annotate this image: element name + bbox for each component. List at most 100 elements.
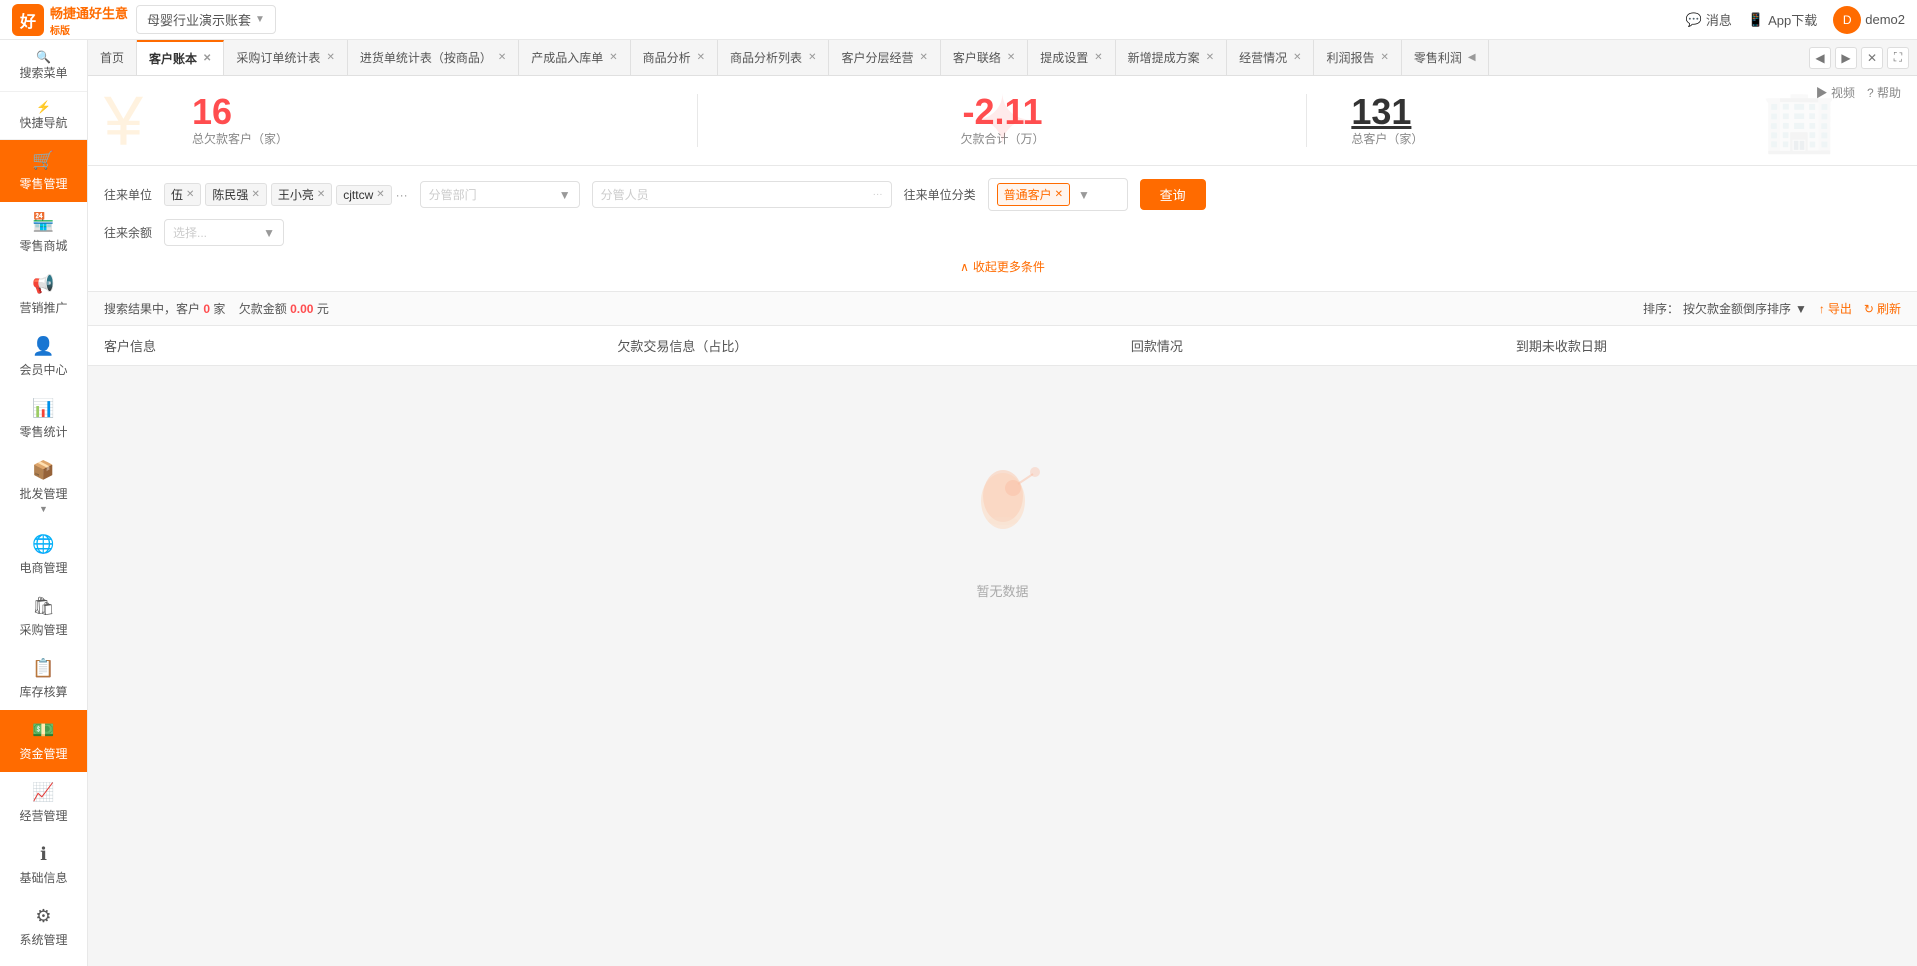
sidebar-item-system[interactable]: ⚙ 系统管理 bbox=[0, 896, 87, 958]
tab-fullscreen[interactable]: ⛶ bbox=[1887, 47, 1909, 69]
org-name: 母婴行业演示账套 bbox=[147, 10, 251, 29]
sidebar-item-marketing[interactable]: 📢 营销推广 bbox=[0, 264, 87, 326]
tab-retail-profit-close[interactable]: ◀ bbox=[1468, 52, 1476, 63]
tab-profit-report[interactable]: 利润报告 ✕ bbox=[1314, 40, 1401, 76]
tab-profit-report-close[interactable]: ✕ bbox=[1381, 52, 1389, 63]
export-button[interactable]: ↑ 导出 bbox=[1819, 300, 1852, 317]
tab-retail-profit[interactable]: 零售利润 ◀ bbox=[1402, 40, 1489, 76]
operations-icon: 📈 bbox=[32, 782, 54, 803]
tab-close-all[interactable]: ✕ bbox=[1861, 47, 1883, 69]
sidebar-item-basic-info[interactable]: ℹ 基础信息 bbox=[0, 834, 87, 896]
tab-nav-next[interactable]: ▶ bbox=[1835, 47, 1857, 69]
user-name: demo2 bbox=[1865, 12, 1905, 27]
sidebar-item-quicknav[interactable]: ⚡ 快捷导航 bbox=[0, 92, 87, 140]
message-label: 消息 bbox=[1706, 10, 1732, 29]
page-content: ▶ 视频 ? 帮助 ¥ 16 总欠款客户（家） ✦ -2.11 欠款合计（万） bbox=[88, 76, 1917, 966]
tab-bar: 首页 客户账本 ✕ 采购订单统计表 ✕ 进货单统计表（按商品） ✕ 产成品入库单… bbox=[88, 40, 1917, 76]
unit-tag-0-remove[interactable]: ✕ bbox=[186, 189, 194, 200]
tab-profit-report-label: 利润报告 bbox=[1326, 49, 1374, 66]
top-bar-right: 💬 消息 📱 App下载 D demo2 bbox=[1686, 6, 1905, 34]
app-download-btn[interactable]: 📱 App下载 bbox=[1748, 10, 1817, 29]
tab-home[interactable]: 首页 bbox=[88, 40, 137, 76]
tab-customer-segment-close[interactable]: ✕ bbox=[919, 52, 927, 63]
tab-cost-in[interactable]: 产成品入库单 ✕ bbox=[519, 40, 630, 76]
dept-arrow-icon: ▼ bbox=[559, 188, 571, 202]
sidebar-item-enterprise[interactable]: 🤝 企业协同 bbox=[0, 958, 87, 966]
unit-class-selected-tag: 普通客户 ✕ bbox=[997, 183, 1070, 206]
collapse-up-icon: ∧ bbox=[960, 260, 969, 274]
sort-selector[interactable]: 排序： 按欠款金额倒序排序 ▼ bbox=[1643, 300, 1807, 317]
empty-icon bbox=[953, 446, 1053, 565]
sidebar-system-label: 系统管理 bbox=[19, 931, 67, 948]
sidebar-operations-label: 经营管理 bbox=[19, 807, 67, 824]
tab-goods-analysis[interactable]: 商品分析 ✕ bbox=[631, 40, 718, 76]
tab-nav-prev[interactable]: ◀ bbox=[1809, 47, 1831, 69]
sidebar-retail-mgmt-label: 零售管理 bbox=[19, 175, 67, 192]
tab-operation-status-close[interactable]: ✕ bbox=[1293, 52, 1301, 63]
org-selector[interactable]: 母婴行业演示账套 ▼ bbox=[136, 5, 276, 34]
sidebar-retail-mall-label: 零售商城 bbox=[19, 237, 67, 254]
unit-tag-1-remove[interactable]: ✕ bbox=[251, 189, 259, 200]
tab-goods-analysis-list[interactable]: 商品分析列表 ✕ bbox=[718, 40, 829, 76]
tab-push-settings-close[interactable]: ✕ bbox=[1094, 52, 1102, 63]
person-input[interactable]: 分管人员 ··· bbox=[592, 181, 892, 208]
tab-goods-analysis-list-close[interactable]: ✕ bbox=[808, 52, 816, 63]
unit-tags-more[interactable]: ··· bbox=[396, 188, 408, 202]
result-info: 搜索结果中，客户 0 家 欠款金额 0.00 元 bbox=[104, 300, 329, 317]
sidebar-item-retail-mgmt[interactable]: 🛒 零售管理 bbox=[0, 140, 87, 202]
sidebar-item-member-center[interactable]: 👤 会员中心 bbox=[0, 326, 87, 388]
th-due-date: 到期未收款日期 bbox=[1516, 336, 1901, 355]
marketing-icon: 📢 bbox=[32, 274, 54, 295]
system-icon: ⚙ bbox=[35, 906, 51, 927]
tab-goods-analysis-list-label: 商品分析列表 bbox=[730, 49, 802, 66]
collapse-button[interactable]: ∧ 收起更多条件 bbox=[104, 254, 1901, 279]
inventory-icon: 📋 bbox=[32, 658, 54, 679]
balance-arrow-icon: ▼ bbox=[263, 226, 275, 240]
table-header: 客户信息 欠款交易信息（占比） 回款情况 到期未收款日期 bbox=[88, 326, 1917, 366]
message-btn[interactable]: 💬 消息 bbox=[1686, 10, 1732, 29]
tab-customer-segment-label: 客户分层经营 bbox=[841, 49, 913, 66]
sidebar-item-purchase[interactable]: 🛍 采购管理 bbox=[0, 586, 87, 648]
tab-purchase-stats[interactable]: 进货单统计表（按商品） ✕ bbox=[348, 40, 519, 76]
th-debt-info: 欠款交易信息（占比） bbox=[617, 336, 1130, 355]
empty-text: 暂无数据 bbox=[976, 581, 1028, 600]
refresh-button[interactable]: ↻ 刷新 bbox=[1864, 300, 1901, 317]
sidebar-item-finance[interactable]: 💵 资金管理 bbox=[0, 710, 87, 772]
sidebar-item-operations[interactable]: 📈 经营管理 bbox=[0, 772, 87, 834]
tab-customer-contact-close[interactable]: ✕ bbox=[1007, 52, 1015, 63]
unit-class-select[interactable]: 普通客户 ✕ ▼ bbox=[988, 178, 1128, 211]
filter-bar: 往来单位 伍 ✕ 陈民强 ✕ 王小亮 ✕ bbox=[88, 166, 1917, 292]
sidebar-item-batch-mgmt[interactable]: 📦 批发管理 ▼ bbox=[0, 450, 87, 524]
sidebar-batch-mgmt-label: 批发管理 bbox=[19, 485, 67, 502]
unit-tag-3-remove[interactable]: ✕ bbox=[376, 189, 384, 200]
user-profile-btn[interactable]: D demo2 bbox=[1833, 6, 1905, 34]
unit-tag-1: 陈民强 ✕ bbox=[205, 183, 266, 206]
sidebar-item-retail-mall[interactable]: 🏪 零售商城 bbox=[0, 202, 87, 264]
unit-tag-2-remove[interactable]: ✕ bbox=[317, 189, 325, 200]
sidebar-item-inventory[interactable]: 📋 库存核算 bbox=[0, 648, 87, 710]
retail-mgmt-icon: 🛒 bbox=[32, 150, 54, 171]
unit-class-remove[interactable]: ✕ bbox=[1055, 189, 1063, 200]
tab-purchase-order-close[interactable]: ✕ bbox=[326, 52, 334, 63]
tab-cost-in-close[interactable]: ✕ bbox=[609, 52, 617, 63]
sidebar-item-search[interactable]: 🔍 搜索菜单 bbox=[0, 40, 87, 92]
tab-purchase-order-stats[interactable]: 采购订单统计表 ✕ bbox=[224, 40, 347, 76]
tab-customer-segment[interactable]: 客户分层经营 ✕ bbox=[829, 40, 940, 76]
tab-new-push-plan[interactable]: 新增提成方案 ✕ bbox=[1116, 40, 1227, 76]
tab-operation-status-label: 经营情况 bbox=[1239, 49, 1287, 66]
tab-customer-contact[interactable]: 客户联络 ✕ bbox=[941, 40, 1028, 76]
tab-push-settings[interactable]: 提成设置 ✕ bbox=[1028, 40, 1115, 76]
sidebar-item-ecommerce[interactable]: 🌐 电商管理 bbox=[0, 524, 87, 586]
tab-accounts-close[interactable]: ✕ bbox=[203, 53, 211, 64]
tab-operation-status[interactable]: 经营情况 ✕ bbox=[1227, 40, 1314, 76]
dept-select[interactable]: 分管部门 ▼ bbox=[420, 181, 580, 208]
result-bar: 搜索结果中，客户 0 家 欠款金额 0.00 元 排序： 按欠款金额倒序排序 ▼ bbox=[88, 292, 1917, 326]
balance-select[interactable]: 选择... ▼ bbox=[164, 219, 284, 246]
tab-accounts[interactable]: 客户账本 ✕ bbox=[137, 40, 224, 76]
main-layout: 🔍 搜索菜单 ⚡ 快捷导航 🛒 零售管理 🏪 零售商城 📢 营销推广 👤 会员中… bbox=[0, 40, 1917, 966]
query-button[interactable]: 查询 bbox=[1140, 179, 1206, 210]
tab-goods-analysis-close[interactable]: ✕ bbox=[697, 52, 705, 63]
tab-purchase-stats-close[interactable]: ✕ bbox=[498, 52, 506, 63]
tab-new-push-plan-close[interactable]: ✕ bbox=[1206, 52, 1214, 63]
sidebar-item-retail-stats[interactable]: 📊 零售统计 bbox=[0, 388, 87, 450]
